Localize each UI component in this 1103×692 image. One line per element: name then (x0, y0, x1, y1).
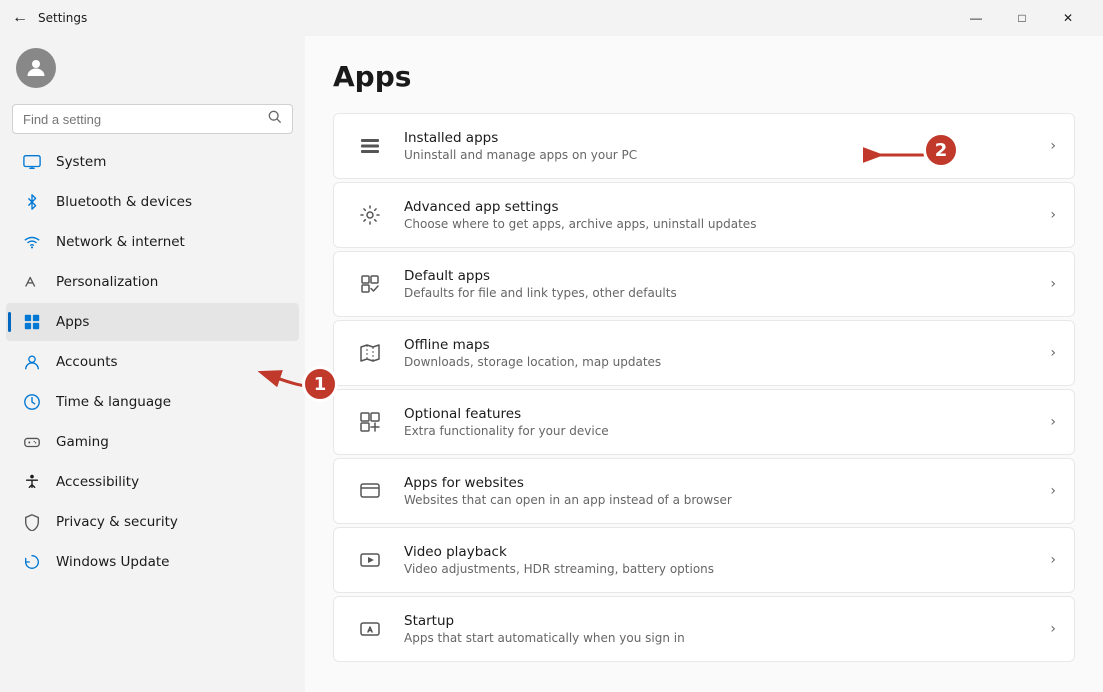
startup-chevron: › (1050, 621, 1056, 637)
default-apps-subtitle: Defaults for file and link types, other … (404, 286, 1034, 300)
advanced-app-settings-text: Advanced app settings Choose where to ge… (404, 199, 1034, 231)
settings-list: Installed apps Uninstall and manage apps… (333, 113, 1075, 662)
offline-maps-title: Offline maps (404, 337, 1034, 353)
avatar (16, 48, 56, 88)
minimize-button[interactable]: — (953, 0, 999, 36)
default-apps-chevron: › (1050, 276, 1056, 292)
titlebar-title: Settings (38, 11, 87, 25)
network-icon (22, 232, 42, 252)
video-playback-subtitle: Video adjustments, HDR streaming, batter… (404, 562, 1034, 576)
default-apps-icon (352, 266, 388, 302)
advanced-app-settings-chevron: › (1050, 207, 1056, 223)
sidebar-item-system[interactable]: System (6, 143, 299, 181)
advanced-app-settings-subtitle: Choose where to get apps, archive apps, … (404, 217, 1034, 231)
sidebar-item-time[interactable]: Time & language (6, 383, 299, 421)
titlebar-controls: — □ ✕ (953, 0, 1091, 36)
sidebar-item-windows-update[interactable]: Windows Update (6, 543, 299, 581)
optional-features-title: Optional features (404, 406, 1034, 422)
sidebar-item-bluetooth[interactable]: Bluetooth & devices (6, 183, 299, 221)
installed-apps-item[interactable]: Installed apps Uninstall and manage apps… (333, 113, 1075, 179)
sidebar-item-bluetooth-label: Bluetooth & devices (56, 194, 192, 210)
installed-apps-chevron: › (1050, 138, 1056, 154)
time-icon (22, 392, 42, 412)
sidebar: System Bluetooth & devices Network & int… (0, 36, 305, 692)
installed-apps-icon (352, 128, 388, 164)
apps-for-websites-chevron: › (1050, 483, 1056, 499)
installed-apps-title: Installed apps (404, 130, 1034, 146)
apps-for-websites-title: Apps for websites (404, 475, 1034, 491)
sidebar-profile (0, 36, 305, 104)
sidebar-item-system-label: System (56, 154, 106, 170)
sidebar-item-privacy-label: Privacy & security (56, 514, 178, 530)
apps-for-websites-subtitle: Websites that can open in an app instead… (404, 493, 1034, 507)
installed-apps-subtitle: Uninstall and manage apps on your PC (404, 148, 1034, 162)
video-playback-icon (352, 542, 388, 578)
startup-subtitle: Apps that start automatically when you s… (404, 631, 1034, 645)
sidebar-item-apps-label: Apps (56, 314, 89, 330)
advanced-app-settings-item[interactable]: Advanced app settings Choose where to ge… (333, 182, 1075, 248)
startup-title: Startup (404, 613, 1034, 629)
search-input[interactable] (23, 112, 260, 127)
video-playback-chevron: › (1050, 552, 1056, 568)
bluetooth-icon (22, 192, 42, 212)
optional-features-subtitle: Extra functionality for your device (404, 424, 1034, 438)
sidebar-item-accounts[interactable]: Accounts (6, 343, 299, 381)
titlebar-left: ← Settings (12, 9, 87, 27)
video-playback-text: Video playback Video adjustments, HDR st… (404, 544, 1034, 576)
offline-maps-text: Offline maps Downloads, storage location… (404, 337, 1034, 369)
video-playback-item[interactable]: Video playback Video adjustments, HDR st… (333, 527, 1075, 593)
sidebar-item-network-label: Network & internet (56, 234, 185, 250)
privacy-icon (22, 512, 42, 532)
sidebar-item-gaming-label: Gaming (56, 434, 109, 450)
optional-features-icon (352, 404, 388, 440)
optional-features-item[interactable]: Optional features Extra functionality fo… (333, 389, 1075, 455)
close-button[interactable]: ✕ (1045, 0, 1091, 36)
system-icon (22, 152, 42, 172)
default-apps-title: Default apps (404, 268, 1034, 284)
apps-for-websites-item[interactable]: Apps for websites Websites that can open… (333, 458, 1075, 524)
optional-features-chevron: › (1050, 414, 1056, 430)
gaming-icon (22, 432, 42, 452)
video-playback-title: Video playback (404, 544, 1034, 560)
sidebar-item-time-label: Time & language (56, 394, 171, 410)
offline-maps-chevron: › (1050, 345, 1056, 361)
offline-maps-item[interactable]: Offline maps Downloads, storage location… (333, 320, 1075, 386)
personalization-icon (22, 272, 42, 292)
apps-for-websites-text: Apps for websites Websites that can open… (404, 475, 1034, 507)
maximize-button[interactable]: □ (999, 0, 1045, 36)
search-icon (268, 110, 282, 128)
sidebar-item-privacy[interactable]: Privacy & security (6, 503, 299, 541)
offline-maps-subtitle: Downloads, storage location, map updates (404, 355, 1034, 369)
search-box[interactable] (12, 104, 293, 134)
sidebar-item-personalization-label: Personalization (56, 274, 158, 290)
sidebar-item-accessibility[interactable]: Accessibility (6, 463, 299, 501)
accounts-icon (22, 352, 42, 372)
default-apps-item[interactable]: Default apps Defaults for file and link … (333, 251, 1075, 317)
titlebar: ← Settings — □ ✕ (0, 0, 1103, 36)
optional-features-text: Optional features Extra functionality fo… (404, 406, 1034, 438)
advanced-app-settings-icon (352, 197, 388, 233)
accessibility-icon (22, 472, 42, 492)
sidebar-item-apps[interactable]: Apps (6, 303, 299, 341)
sidebar-item-network[interactable]: Network & internet (6, 223, 299, 261)
startup-item[interactable]: Startup Apps that start automatically wh… (333, 596, 1075, 662)
installed-apps-text: Installed apps Uninstall and manage apps… (404, 130, 1034, 162)
app-body: System Bluetooth & devices Network & int… (0, 36, 1103, 692)
apps-for-websites-icon (352, 473, 388, 509)
sidebar-item-accessibility-label: Accessibility (56, 474, 139, 490)
sidebar-item-accounts-label: Accounts (56, 354, 118, 370)
startup-icon (352, 611, 388, 647)
default-apps-text: Default apps Defaults for file and link … (404, 268, 1034, 300)
startup-text: Startup Apps that start automatically wh… (404, 613, 1034, 645)
apps-icon (22, 312, 42, 332)
sidebar-item-personalization[interactable]: Personalization (6, 263, 299, 301)
page-title: Apps (333, 60, 1075, 93)
sidebar-item-gaming[interactable]: Gaming (6, 423, 299, 461)
content-area: Apps 1 (305, 36, 1103, 692)
back-button[interactable]: ← (12, 9, 28, 27)
sidebar-item-windows-update-label: Windows Update (56, 554, 169, 570)
advanced-app-settings-title: Advanced app settings (404, 199, 1034, 215)
windows-update-icon (22, 552, 42, 572)
offline-maps-icon (352, 335, 388, 371)
